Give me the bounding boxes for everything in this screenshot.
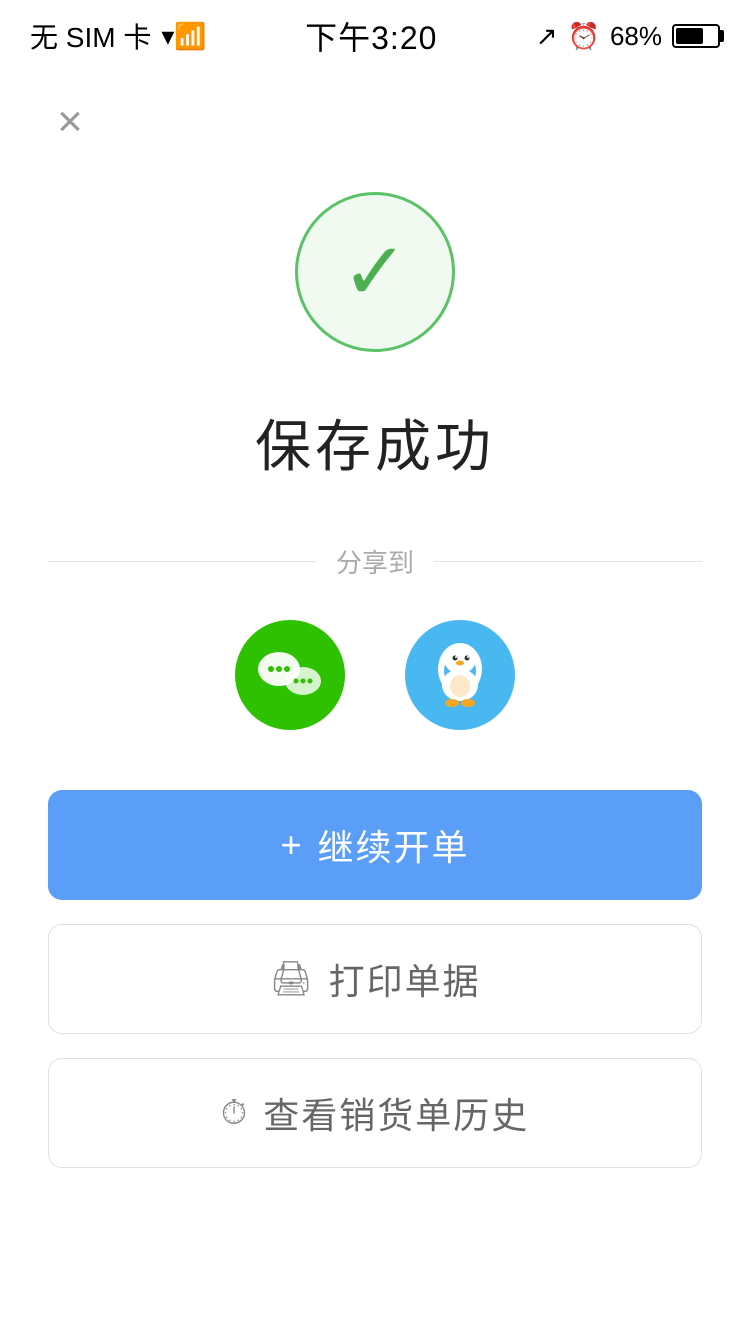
action-buttons: + 继续开单 🖨 打印单据 ⏱ 查看销货单历史 [48, 790, 702, 1168]
continue-button-label: 继续开单 [318, 819, 470, 871]
history-icon: ⏱ [221, 1094, 248, 1133]
wechat-share-button[interactable] [235, 620, 345, 730]
main-content: ✓ 保存成功 分享到 [0, 152, 750, 1334]
wechat-icon [257, 647, 323, 703]
success-title: 保存成功 [255, 402, 495, 483]
divider-right [434, 561, 702, 562]
location-icon: ↗ [536, 21, 558, 52]
carrier-text: 无 SIM 卡 [30, 16, 151, 56]
share-section: 分享到 [48, 543, 702, 730]
wifi-icon: ▾📶 [161, 21, 206, 52]
battery-fill [676, 28, 703, 44]
continue-order-button[interactable]: + 继续开单 [48, 790, 702, 900]
close-button[interactable]: × [40, 92, 100, 152]
qq-share-button[interactable] [405, 620, 515, 730]
close-icon: × [57, 100, 83, 144]
print-button-label: 打印单据 [329, 953, 481, 1005]
history-button[interactable]: ⏱ 查看销货单历史 [48, 1058, 702, 1168]
share-icons-row [48, 620, 702, 730]
divider-left [48, 561, 316, 562]
alarm-icon: ⏰ [568, 21, 600, 52]
print-button[interactable]: 🖨 打印单据 [48, 924, 702, 1034]
status-right: ↗ ⏰ 68% [536, 21, 720, 52]
time-display: 下午3:20 [305, 13, 437, 59]
history-button-label: 查看销货单历史 [263, 1087, 529, 1139]
battery-percent: 68% [610, 21, 662, 52]
battery-bar [672, 24, 720, 48]
checkmark-icon: ✓ [341, 232, 408, 312]
qq-icon [428, 641, 492, 709]
close-button-area: × [0, 72, 750, 152]
share-label: 分享到 [336, 543, 414, 580]
share-divider-row: 分享到 [48, 543, 702, 580]
print-icon: 🖨 [269, 959, 312, 999]
status-left: 无 SIM 卡 ▾📶 [30, 16, 207, 56]
success-circle: ✓ [295, 192, 455, 352]
status-bar: 无 SIM 卡 ▾📶 下午3:20 ↗ ⏰ 68% [0, 0, 750, 72]
plus-icon: + [280, 824, 301, 866]
